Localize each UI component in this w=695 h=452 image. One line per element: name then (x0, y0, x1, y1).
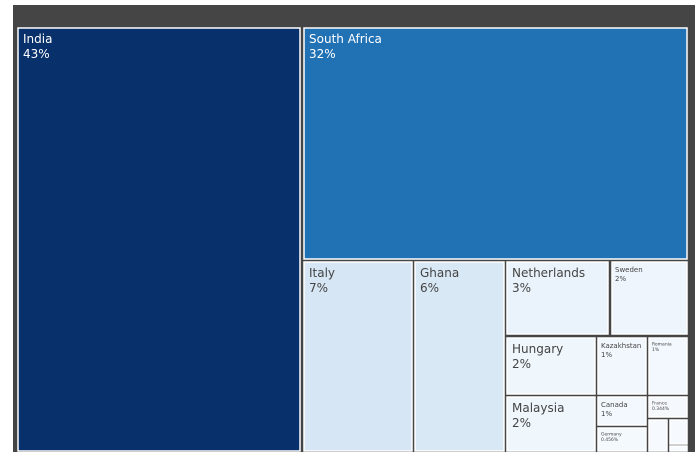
treemap-tile-south-africa[interactable]: South Africa32% (303, 27, 688, 260)
treemap-tile-ghana[interactable]: Ghana6% (414, 261, 505, 452)
treemap-rect-unlabeled-15[interactable] (669, 445, 688, 452)
treemap-tile-unlabeled-13[interactable] (648, 419, 668, 452)
treemap-rect-malaysia[interactable] (506, 396, 596, 452)
treemap-rect-kazakhstan[interactable] (597, 337, 647, 395)
treemap-rect-unlabeled-13[interactable] (648, 419, 668, 452)
treemap-tile-india[interactable]: India43% (17, 27, 301, 452)
treemap-tile-unlabeled-15[interactable] (669, 445, 688, 452)
treemap-tile-france[interactable]: France0.344% (648, 396, 688, 418)
treemap-tile-canada[interactable]: Canada1% (597, 396, 647, 426)
treemap-rect-netherlands[interactable] (506, 261, 609, 335)
treemap-rect-france[interactable] (648, 396, 688, 418)
treemap-rect-unlabeled-14[interactable] (669, 419, 688, 445)
treemap-tile-malaysia[interactable]: Malaysia2% (506, 396, 596, 452)
treemap-rect-germany[interactable] (597, 427, 647, 452)
treemap-chart: India43%South Africa32%Italy7%Ghana6%Net… (17, 27, 688, 452)
treemap-rect-hungary[interactable] (506, 337, 596, 395)
treemap-tile-unlabeled-14[interactable] (669, 419, 688, 445)
treemap-rect-sweden[interactable] (611, 261, 688, 335)
treemap-tile-sweden[interactable]: Sweden2% (611, 261, 688, 335)
treemap-tile-kazakhstan[interactable]: Kazakhstan1% (597, 337, 647, 395)
treemap-rect-canada[interactable] (597, 396, 647, 426)
treemap-tile-hungary[interactable]: Hungary2% (506, 337, 596, 395)
treemap-rect-italy[interactable] (303, 261, 413, 452)
treemap-rect-south-africa[interactable] (303, 27, 688, 260)
treemap-tile-germany[interactable]: Germany0.456% (597, 427, 647, 452)
treemap-rect-romania[interactable] (648, 337, 688, 395)
treemap-tile-italy[interactable]: Italy7% (303, 261, 413, 452)
treemap-tile-romania[interactable]: Romania1% (648, 337, 688, 395)
treemap-rect-india[interactable] (17, 27, 301, 452)
treemap-tile-netherlands[interactable]: Netherlands3% (506, 261, 609, 335)
treemap-rect-ghana[interactable] (414, 261, 505, 452)
